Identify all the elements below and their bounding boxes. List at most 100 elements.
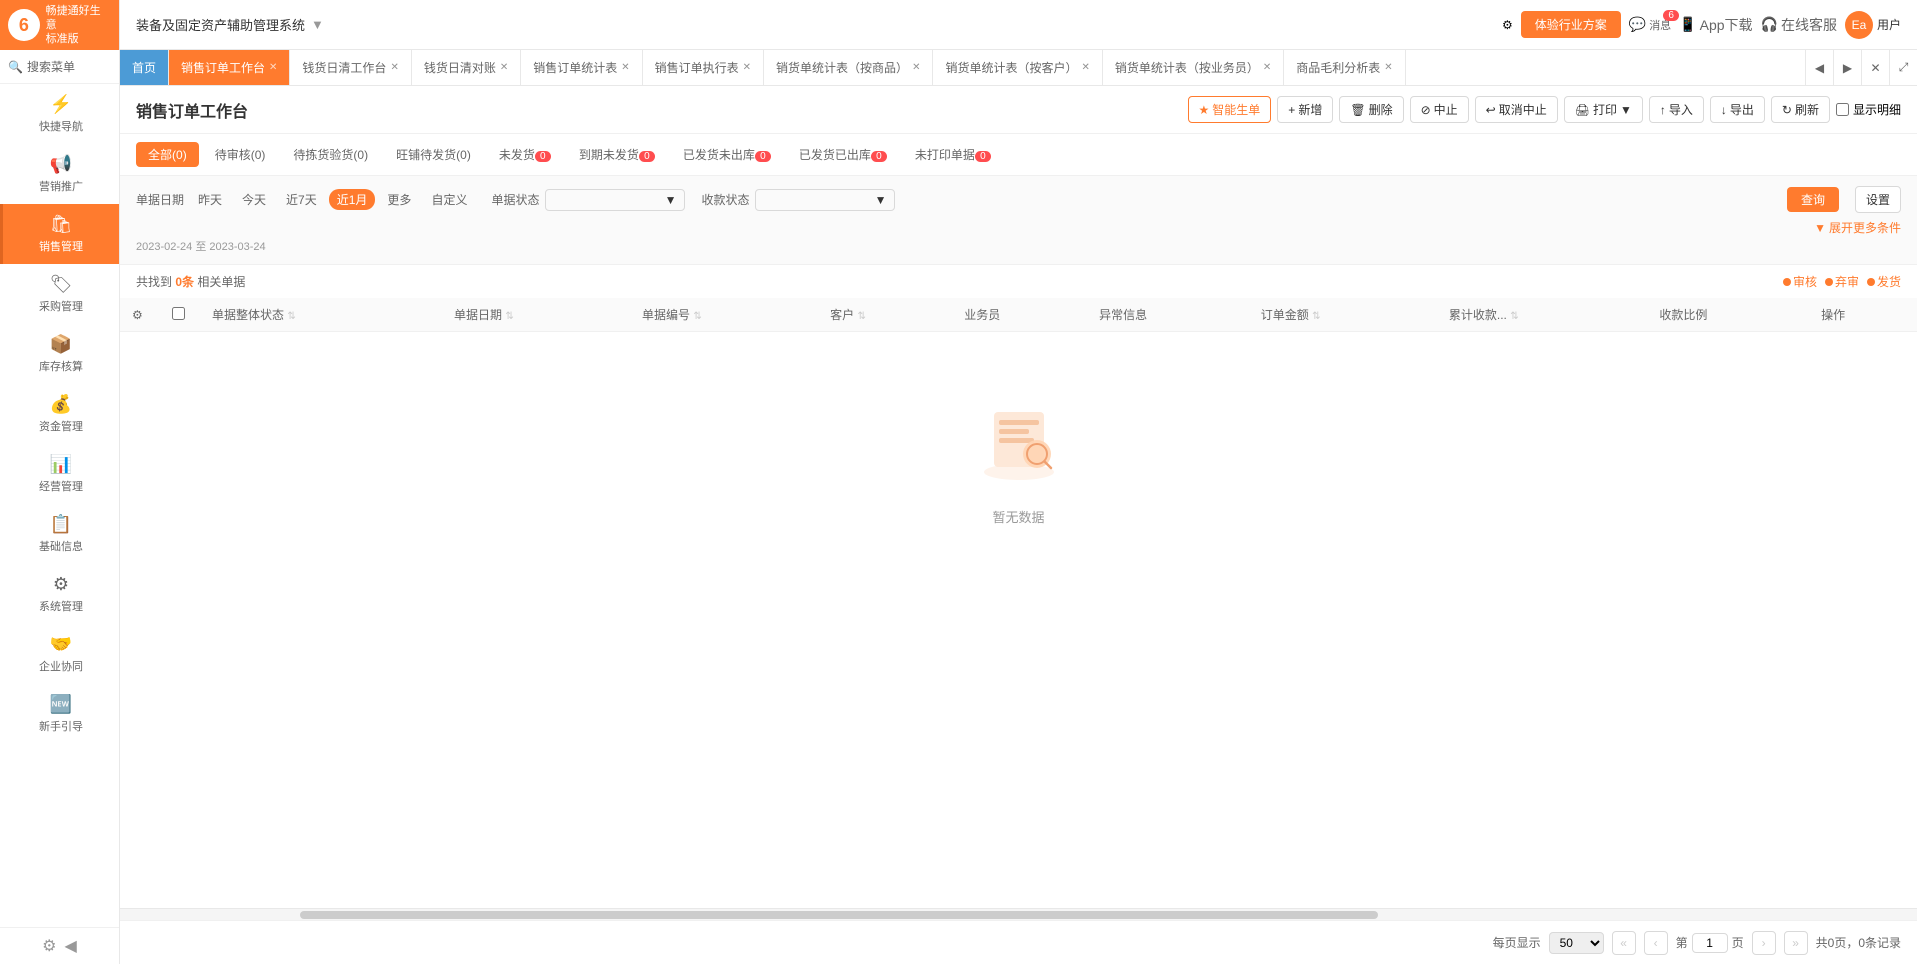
import-btn[interactable]: ↑ 导入 <box>1649 96 1704 123</box>
tab-sales-summary-customer[interactable]: 销货单统计表（按客户） ✕ <box>933 50 1102 86</box>
date-1month-btn[interactable]: 近1月 <box>329 189 376 210</box>
col-checkbox[interactable] <box>160 298 200 332</box>
logo-text: 畅捷通好生意 标准版 <box>46 4 111 47</box>
tab-home[interactable]: 首页 <box>120 50 169 86</box>
message-btn[interactable]: 💬 消息 6 <box>1629 16 1671 33</box>
tab-prev-btn[interactable]: ◀ <box>1805 50 1833 86</box>
date-7days-btn[interactable]: 近7天 <box>278 189 325 210</box>
delete-btn[interactable]: 🗑 删除 <box>1339 96 1403 123</box>
tab-close-icon[interactable]: ✕ <box>621 62 629 73</box>
sidebar-item-guide[interactable]: 🆕 新手引导 <box>0 684 119 744</box>
sidebar-item-marketing[interactable]: 📢 营销推广 <box>0 144 119 204</box>
horizontal-scrollbar[interactable] <box>120 908 1917 920</box>
settings-bottom-icon[interactable]: ⚙ <box>42 936 56 956</box>
subtab-unprinted[interactable]: 未打印单据0 <box>903 142 1003 167</box>
query-btn[interactable]: 查询 <box>1787 187 1839 212</box>
sidebar-item-inventory[interactable]: 📦 库存核算 <box>0 324 119 384</box>
smart-gen-btn[interactable]: ★ 智能生单 <box>1188 96 1272 123</box>
sidebar-search[interactable]: 🔍 搜索菜单 <box>0 50 119 84</box>
date-custom-btn[interactable]: 自定义 <box>423 189 475 210</box>
subtab-shipped-no-out[interactable]: 已发货未出库0 <box>671 142 783 167</box>
subtab-all[interactable]: 全部(0) <box>136 142 199 167</box>
print-btn[interactable]: 🖨 打印 ▼ <box>1564 96 1643 123</box>
tab-close-icon[interactable]: ✕ <box>1263 62 1271 73</box>
sidebar-item-sales[interactable]: 🛍 销售管理 <box>0 204 119 264</box>
tab-close-icon[interactable]: ✕ <box>390 62 398 73</box>
col-staff[interactable]: 业务员 <box>952 298 1087 332</box>
cancel-stop-btn[interactable]: ↩ 取消中止 <box>1475 96 1558 123</box>
col-date[interactable]: 单据日期 ⇅ <box>442 298 630 332</box>
last-page-btn[interactable]: » <box>1784 931 1808 955</box>
online-service-btn[interactable]: 🎧 在线客服 <box>1761 15 1837 35</box>
sidebar-item-ops[interactable]: 📊 经营管理 <box>0 444 119 504</box>
tab-gross-profit[interactable]: 商品毛利分析表 ✕ <box>1284 50 1405 86</box>
col-exception[interactable]: 异常信息 <box>1087 298 1249 332</box>
sidebar-item-finance[interactable]: 💰 资金管理 <box>0 384 119 444</box>
experience-btn[interactable]: 体验行业方案 <box>1521 11 1621 38</box>
tab-close-icon[interactable]: ✕ <box>1081 62 1089 73</box>
expand-btn[interactable]: ▼ 展开更多条件 <box>1814 219 1901 236</box>
col-amount[interactable]: 订单金额 ⇅ <box>1249 298 1437 332</box>
show-detail-checkbox[interactable] <box>1836 103 1849 116</box>
subtab-wangpu-ship[interactable]: 旺铺待发货(0) <box>384 142 483 167</box>
tab-close-all-btn[interactable]: ✕ <box>1861 50 1889 86</box>
subtab-pending-inspect[interactable]: 待拣货验货(0) <box>281 142 380 167</box>
sidebar-item-collab[interactable]: 🤝 企业协同 <box>0 624 119 684</box>
settings-icon[interactable]: ⚙ <box>1502 18 1513 32</box>
status-select[interactable]: ▼ <box>545 189 685 211</box>
date-today-btn[interactable]: 今天 <box>234 189 274 210</box>
page-input[interactable]: 1 <box>1692 933 1728 953</box>
scrollbar-thumb[interactable] <box>300 911 1378 919</box>
tab-close-icon[interactable]: ✕ <box>912 62 920 73</box>
col-collected[interactable]: 累计收款... ⇅ <box>1437 298 1648 332</box>
subtab-shipped-out[interactable]: 已发货已出库0 <box>787 142 899 167</box>
tab-sales-summary-product[interactable]: 销货单统计表（按商品） ✕ <box>764 50 933 86</box>
tab-close-icon[interactable]: ✕ <box>743 62 751 73</box>
first-page-btn[interactable]: « <box>1612 931 1636 955</box>
date-more-btn[interactable]: 更多 <box>379 189 419 210</box>
sidebar-item-quick-nav[interactable]: ⚡ 快捷导航 <box>0 84 119 144</box>
subtab-overdue-ship[interactable]: 到期未发货0 <box>567 142 667 167</box>
subtab-unshipped[interactable]: 未发货0 <box>487 142 563 167</box>
user-menu[interactable]: Ea 用户 <box>1845 11 1901 39</box>
tab-cash-reconcile[interactable]: 钱货日清对账 ✕ <box>412 50 521 86</box>
col-settings[interactable]: ⚙ <box>120 298 160 332</box>
select-all-checkbox[interactable] <box>172 307 185 320</box>
tab-sales-exec[interactable]: 销售订单执行表 ✕ <box>643 50 764 86</box>
tab-sales-workbench[interactable]: 销售订单工作台 ✕ <box>169 50 290 86</box>
export-btn[interactable]: ↓ 导出 <box>1710 96 1765 123</box>
app-download-btn[interactable]: 📱 App下载 <box>1679 15 1752 35</box>
add-btn[interactable]: + 新增 <box>1277 96 1333 123</box>
tab-close-icon[interactable]: ✕ <box>1384 62 1392 73</box>
tab-sales-summary-staff[interactable]: 销货单统计表（按业务员） ✕ <box>1103 50 1284 86</box>
col-customer[interactable]: 客户 ⇅ <box>818 298 952 332</box>
settings-filter-btn[interactable]: 设置 <box>1855 186 1901 213</box>
tab-fullscreen-btn[interactable]: ⤢ <box>1889 50 1917 86</box>
next-page-btn[interactable]: › <box>1752 931 1776 955</box>
refresh-btn[interactable]: ↻ 刷新 <box>1771 96 1830 123</box>
sidebar-item-system[interactable]: ⚙ 系统管理 <box>0 564 119 624</box>
page-title: 销售订单工作台 <box>136 98 248 122</box>
review-btn[interactable]: 审核 <box>1783 273 1817 290</box>
cancel-review-btn[interactable]: 弃审 <box>1825 273 1859 290</box>
collapse-icon[interactable]: ◀ <box>65 936 77 956</box>
stop-btn[interactable]: ⊘ 中止 <box>1410 96 1469 123</box>
tab-close-icon[interactable]: ✕ <box>500 62 508 73</box>
sidebar-item-purchase[interactable]: 🏷 采购管理 <box>0 264 119 324</box>
ship-batch-btn[interactable]: 发货 <box>1867 273 1901 290</box>
col-number[interactable]: 单据编号 ⇅ <box>630 298 818 332</box>
sidebar-item-base[interactable]: 📋 基础信息 <box>0 504 119 564</box>
inventory-icon: 📦 <box>50 334 72 355</box>
star-icon: ★ <box>1199 103 1210 117</box>
tab-next-btn[interactable]: ▶ <box>1833 50 1861 86</box>
subtab-pending-review[interactable]: 待审核(0) <box>203 142 278 167</box>
show-detail-label[interactable]: 显示明细 <box>1836 101 1901 118</box>
per-page-select[interactable]: 50 100 200 <box>1549 932 1604 954</box>
tab-cash-daily[interactable]: 钱货日清工作台 ✕ <box>290 50 411 86</box>
tab-sales-stats[interactable]: 销售订单统计表 ✕ <box>521 50 642 86</box>
payment-select[interactable]: ▼ <box>755 189 895 211</box>
tab-close-icon[interactable]: ✕ <box>269 62 277 73</box>
col-status[interactable]: 单据整体状态 ⇅ <box>200 298 442 332</box>
date-yesterday-btn[interactable]: 昨天 <box>190 189 230 210</box>
prev-page-btn[interactable]: ‹ <box>1644 931 1668 955</box>
